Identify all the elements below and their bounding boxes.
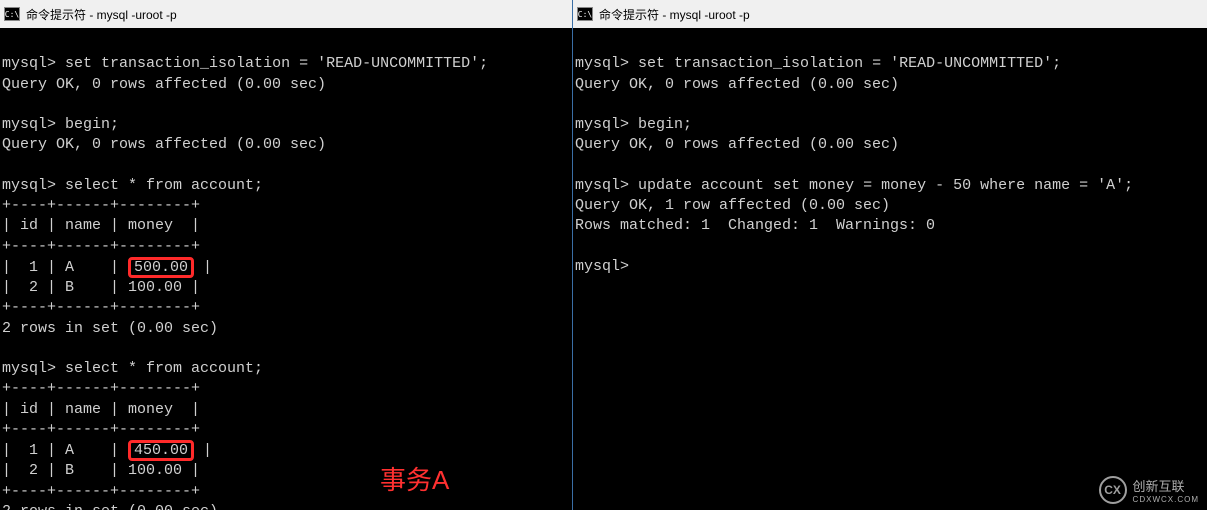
sql-command: select * from account; bbox=[65, 177, 263, 194]
titlebar-right[interactable]: C:\ 命令提示符 - mysql -uroot -p bbox=[573, 0, 1207, 28]
sql-command: begin; bbox=[638, 116, 692, 133]
query-result: Rows matched: 1 Changed: 1 Warnings: 0 bbox=[575, 217, 935, 234]
sql-command: set transaction_isolation = 'READ-UNCOMM… bbox=[65, 55, 488, 72]
highlight-value: 500.00 bbox=[128, 257, 194, 278]
table-row: | 1 | A | bbox=[2, 442, 128, 459]
highlight-value: 450.00 bbox=[128, 440, 194, 461]
terminal-output-left[interactable]: mysql> set transaction_isolation = 'READ… bbox=[0, 28, 572, 510]
query-result: 2 rows in set (0.00 sec) bbox=[2, 320, 218, 337]
prompt: mysql> bbox=[2, 360, 56, 377]
sql-command: set transaction_isolation = 'READ-UNCOMM… bbox=[638, 55, 1061, 72]
table-border: +----+------+--------+ bbox=[2, 299, 200, 316]
watermark-subtext: CDXWCX.COM bbox=[1133, 495, 1199, 504]
prompt: mysql> bbox=[2, 55, 56, 72]
table-header: | id | name | money | bbox=[2, 217, 200, 234]
cmd-icon: C:\ bbox=[577, 7, 593, 21]
prompt: mysql> bbox=[2, 116, 56, 133]
prompt: mysql> bbox=[2, 177, 56, 194]
watermark-text: 创新互联 bbox=[1133, 476, 1199, 495]
table-row: | bbox=[194, 442, 212, 459]
table-row: | 2 | B | 100.00 | bbox=[2, 279, 200, 296]
terminal-pane-right: C:\ 命令提示符 - mysql -uroot -p mysql> set t… bbox=[573, 0, 1207, 510]
table-border: +----+------+--------+ bbox=[2, 238, 200, 255]
table-border: +----+------+--------+ bbox=[2, 421, 200, 438]
sql-command: update account set money = money - 50 wh… bbox=[638, 177, 1133, 194]
terminal-pane-left: C:\ 命令提示符 - mysql -uroot -p mysql> set t… bbox=[0, 0, 573, 510]
table-header: | id | name | money | bbox=[2, 401, 200, 418]
watermark-logo-icon: CX bbox=[1099, 476, 1127, 504]
prompt: mysql> bbox=[575, 177, 629, 194]
prompt: mysql> bbox=[575, 258, 629, 275]
prompt: mysql> bbox=[575, 55, 629, 72]
terminal-output-right[interactable]: mysql> set transaction_isolation = 'READ… bbox=[573, 28, 1207, 279]
query-result: Query OK, 0 rows affected (0.00 sec) bbox=[575, 136, 899, 153]
watermark: CX 创新互联 CDXWCX.COM bbox=[1099, 476, 1199, 504]
sql-command: begin; bbox=[65, 116, 119, 133]
titlebar-left[interactable]: C:\ 命令提示符 - mysql -uroot -p bbox=[0, 0, 572, 28]
table-border: +----+------+--------+ bbox=[2, 483, 200, 500]
sql-command: select * from account; bbox=[65, 360, 263, 377]
query-result: Query OK, 0 rows affected (0.00 sec) bbox=[575, 76, 899, 93]
table-row: | 1 | A | bbox=[2, 259, 128, 276]
table-row: | 2 | B | 100.00 | bbox=[2, 462, 200, 479]
window-title: 命令提示符 - mysql -uroot -p bbox=[26, 6, 177, 23]
query-result: Query OK, 0 rows affected (0.00 sec) bbox=[2, 136, 326, 153]
window-title: 命令提示符 - mysql -uroot -p bbox=[599, 6, 750, 23]
query-result: 2 rows in set (0.00 sec) bbox=[2, 503, 218, 510]
query-result: Query OK, 1 row affected (0.00 sec) bbox=[575, 197, 890, 214]
table-border: +----+------+--------+ bbox=[2, 197, 200, 214]
prompt: mysql> bbox=[575, 116, 629, 133]
query-result: Query OK, 0 rows affected (0.00 sec) bbox=[2, 76, 326, 93]
annotation-label-a: 事务A bbox=[380, 460, 449, 497]
table-border: +----+------+--------+ bbox=[2, 380, 200, 397]
table-row: | bbox=[194, 259, 212, 276]
cmd-icon: C:\ bbox=[4, 7, 20, 21]
